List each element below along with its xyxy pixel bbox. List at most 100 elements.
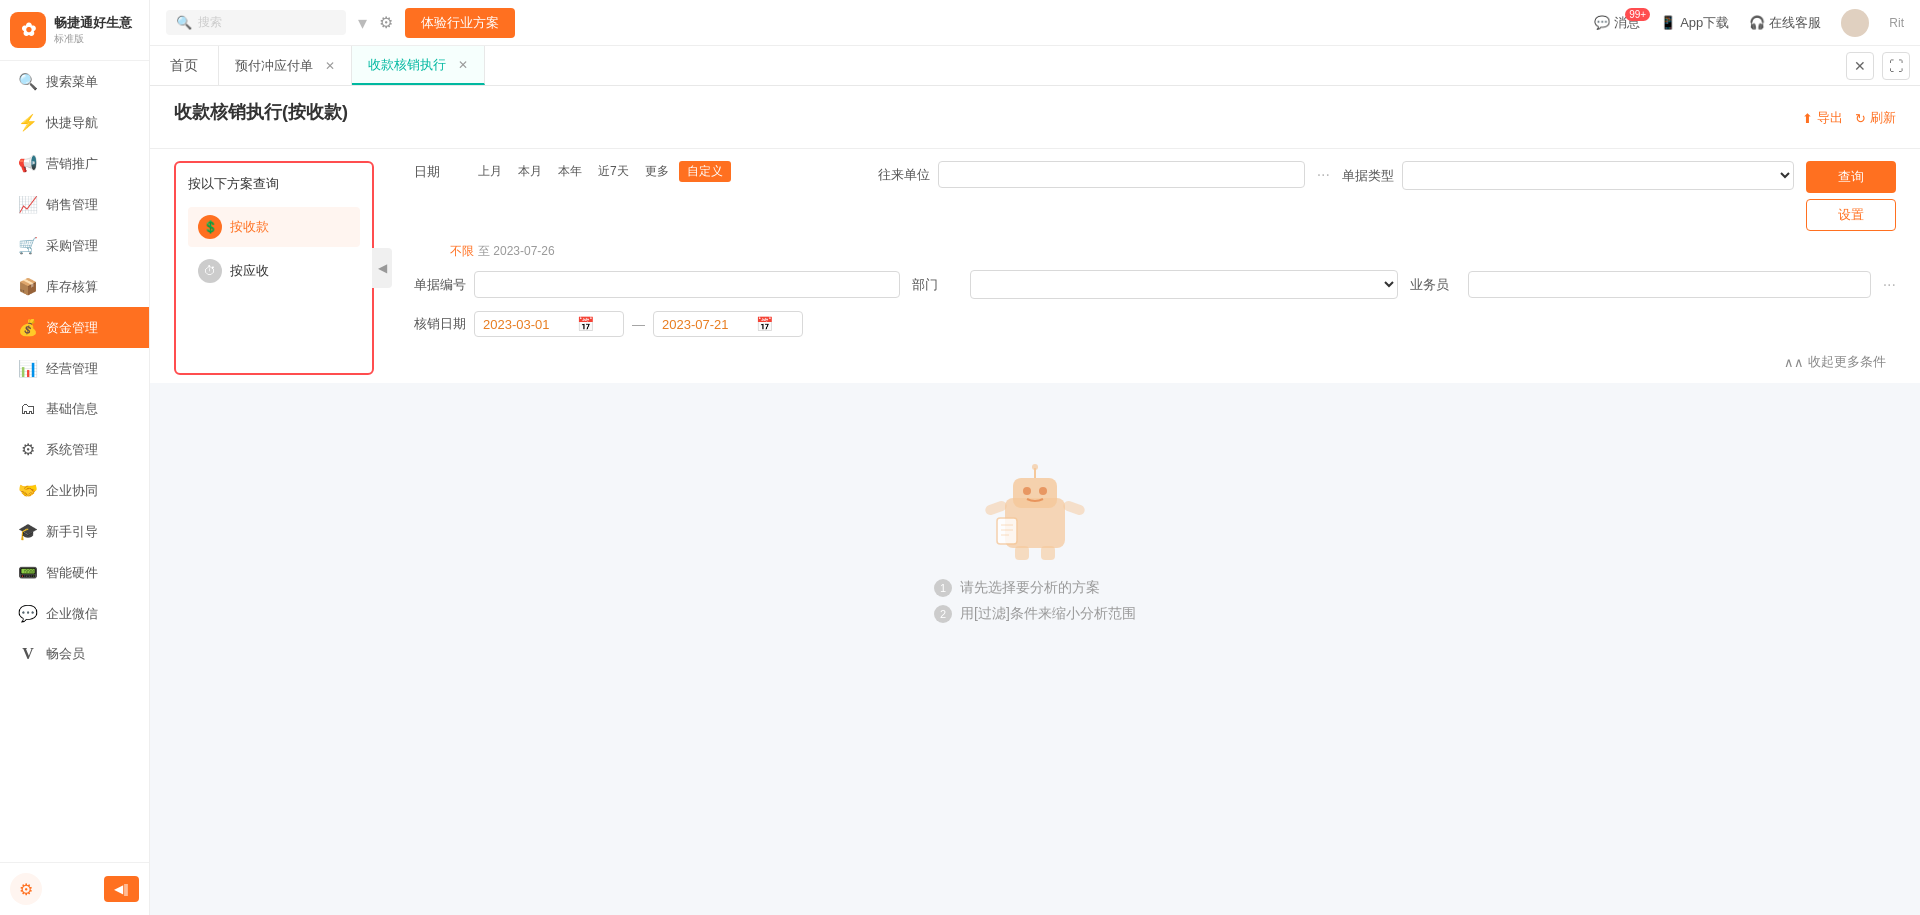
counterparty-more-icon[interactable]: ··· — [1317, 166, 1330, 184]
empty-tip-1: 1 请先选择要分析的方案 — [934, 579, 1136, 597]
sidebar-item-inventory[interactable]: 📦 库存核算 — [0, 266, 149, 307]
page-header-row: 收款核销执行(按收款) ⬆ 导出 ↻ 刷新 — [150, 86, 1920, 149]
user-avatar[interactable] — [1841, 9, 1869, 37]
tab-bar: 首页 预付冲应付单 ✕ 收款核销执行 ✕ ✕ ⛶ — [150, 46, 1920, 86]
tab-writeoff-close[interactable]: ✕ — [458, 58, 468, 72]
writeoff-date-end-wrap: 📅 — [653, 311, 803, 337]
svg-rect-1 — [1013, 478, 1057, 508]
settings-bottom-icon[interactable]: ⚙ — [10, 873, 42, 905]
username-label: Rit — [1889, 16, 1904, 30]
doc-no-label: 单据编号 — [414, 276, 466, 294]
tab-prepay[interactable]: 预付冲应付单 ✕ — [219, 46, 352, 85]
sidebar-item-system[interactable]: ⚙ 系统管理 — [0, 429, 149, 470]
page-title: 收款核销执行(按收款) — [174, 100, 348, 124]
empty-state: 1 请先选择要分析的方案 2 用[过滤]条件来缩小分析范围 — [150, 383, 1920, 703]
tab-home[interactable]: 首页 — [150, 46, 219, 85]
employee-more-icon[interactable]: ··· — [1883, 276, 1896, 294]
sidebar-item-member[interactable]: V 畅会员 — [0, 634, 149, 674]
doc-type-select[interactable] — [1402, 161, 1794, 190]
svg-point-5 — [1032, 464, 1038, 470]
calendar-end-icon[interactable]: 📅 — [756, 316, 773, 332]
tab-prepay-close[interactable]: ✕ — [325, 59, 335, 73]
dept-select[interactable] — [970, 270, 1398, 299]
sidebar-item-basic-info[interactable]: 🗂 基础信息 — [0, 389, 149, 429]
employee-input[interactable] — [1468, 271, 1871, 298]
sidebar-item-wechat[interactable]: 💬 企业微信 — [0, 593, 149, 634]
tab-writeoff[interactable]: 收款核销执行 ✕ — [352, 46, 485, 85]
filter-row-1: 日期 上月 本月 本年 近7天 更多 自定义 往来单位 — [414, 161, 1896, 231]
employee-label: 业务员 — [1410, 276, 1460, 294]
sidebar-collapse-button[interactable]: ◀‖ — [104, 876, 139, 902]
online-service-button[interactable]: 🎧 在线客服 — [1749, 14, 1821, 32]
hardware-icon: 📟 — [18, 563, 38, 582]
app-download-button[interactable]: 📱 App下载 — [1660, 14, 1729, 32]
filter-row-3: 核销日期 📅 — 📅 — [414, 311, 1896, 337]
industry-solution-button[interactable]: 体验行业方案 — [405, 8, 515, 38]
sidebar-item-sales[interactable]: 📈 销售管理 — [0, 184, 149, 225]
header-right-area: 💬 消息 99+ 📱 App下载 🎧 在线客服 Rit — [1594, 9, 1904, 37]
this-month-btn[interactable]: 本月 — [512, 161, 548, 182]
app-logo-icon: ✿ — [10, 12, 46, 48]
basic-info-icon: 🗂 — [18, 400, 38, 418]
svg-rect-10 — [997, 518, 1017, 544]
sidebar-item-purchase[interactable]: 🛒 采购管理 — [0, 225, 149, 266]
settings-button[interactable]: 设置 — [1806, 199, 1896, 231]
collapse-more-row: ∧∧ 收起更多条件 — [414, 349, 1896, 375]
sidebar-item-shortcut[interactable]: ⚡ 快捷导航 — [0, 102, 149, 143]
writeoff-date-start-input[interactable] — [483, 317, 573, 332]
query-button[interactable]: 查询 — [1806, 161, 1896, 193]
wechat-icon: 💬 — [18, 604, 38, 623]
svg-rect-9 — [1041, 546, 1055, 560]
filter-sidebar-title: 按以下方案查询 — [188, 175, 360, 193]
svg-point-3 — [1039, 487, 1047, 495]
custom-date-btn[interactable]: 自定义 — [679, 161, 731, 182]
export-icon: ⬆ — [1802, 111, 1813, 126]
finance-icon: 💰 — [18, 318, 38, 337]
search-menu-icon: 🔍 — [18, 72, 38, 91]
svg-rect-8 — [1015, 546, 1029, 560]
writeoff-date-end-input[interactable] — [662, 317, 752, 332]
calendar-start-icon[interactable]: 📅 — [577, 316, 594, 332]
filter-option-by-receivable[interactable]: ⏱ 按应收 — [188, 251, 360, 291]
last-7-days-btn[interactable]: 近7天 — [592, 161, 635, 182]
message-button[interactable]: 💬 消息 99+ — [1594, 14, 1640, 32]
service-icon: 🎧 — [1749, 15, 1765, 30]
header-search[interactable]: 🔍 搜索 — [166, 10, 346, 35]
date-quick-btns: 上月 本月 本年 近7天 更多 自定义 — [472, 161, 731, 182]
sidebar-item-marketing[interactable]: 📢 营销推广 — [0, 143, 149, 184]
counterparty-input[interactable] — [938, 161, 1305, 188]
dept-cell: 部门 — [912, 270, 1398, 299]
this-year-btn[interactable]: 本年 — [552, 161, 588, 182]
sidebar-navigation: 🔍 搜索菜单 ⚡ 快捷导航 📢 营销推广 📈 销售管理 🛒 采购管理 📦 库存核… — [0, 61, 149, 862]
dept-label: 部门 — [912, 276, 962, 294]
sidebar-item-search[interactable]: 🔍 搜索菜单 — [0, 61, 149, 102]
tab-actions: ✕ ⛶ — [1836, 46, 1920, 85]
sidebar-item-enterprise[interactable]: 🤝 企业协同 — [0, 470, 149, 511]
last-month-btn[interactable]: 上月 — [472, 161, 508, 182]
main-area: 🔍 搜索 ▾ ⚙ 体验行业方案 💬 消息 99+ 📱 App下载 🎧 在线客服 … — [150, 0, 1920, 915]
by-receipt-icon: 💲 — [198, 215, 222, 239]
filter-sidebar-collapse-btn[interactable]: ◀ — [372, 248, 392, 288]
header-gear-icon[interactable]: ⚙ — [379, 13, 393, 32]
export-button[interactable]: ⬆ 导出 — [1802, 109, 1843, 127]
doc-no-input[interactable] — [474, 271, 900, 298]
sidebar-item-guide[interactable]: 🎓 新手引导 — [0, 511, 149, 552]
employee-cell: 业务员 ··· — [1410, 271, 1896, 298]
date-filter-cell: 日期 上月 本月 本年 近7天 更多 自定义 — [414, 161, 866, 182]
collapse-more-button[interactable]: ∧∧ 收起更多条件 — [1774, 349, 1896, 375]
guide-icon: 🎓 — [18, 522, 38, 541]
top-header: 🔍 搜索 ▾ ⚙ 体验行业方案 💬 消息 99+ 📱 App下载 🎧 在线客服 … — [150, 0, 1920, 46]
logo-area: ✿ 畅捷通好生意 标准版 — [0, 0, 149, 61]
more-date-btn[interactable]: 更多 — [639, 161, 675, 182]
sidebar-item-hardware[interactable]: 📟 智能硬件 — [0, 552, 149, 593]
sidebar-item-finance[interactable]: 💰 资金管理 — [0, 307, 149, 348]
app-icon: 📱 — [1660, 15, 1676, 30]
tab-close-all-button[interactable]: ✕ — [1846, 52, 1874, 80]
tab-maximize-button[interactable]: ⛶ — [1882, 52, 1910, 80]
writeoff-date-start-wrap: 📅 — [474, 311, 624, 337]
counterparty-label: 往来单位 — [878, 166, 930, 184]
filter-option-by-receipt[interactable]: 💲 按收款 — [188, 207, 360, 247]
sidebar-item-management[interactable]: 📊 经营管理 — [0, 348, 149, 389]
dropdown-arrow-icon[interactable]: ▾ — [358, 12, 367, 34]
refresh-button[interactable]: ↻ 刷新 — [1855, 109, 1896, 127]
